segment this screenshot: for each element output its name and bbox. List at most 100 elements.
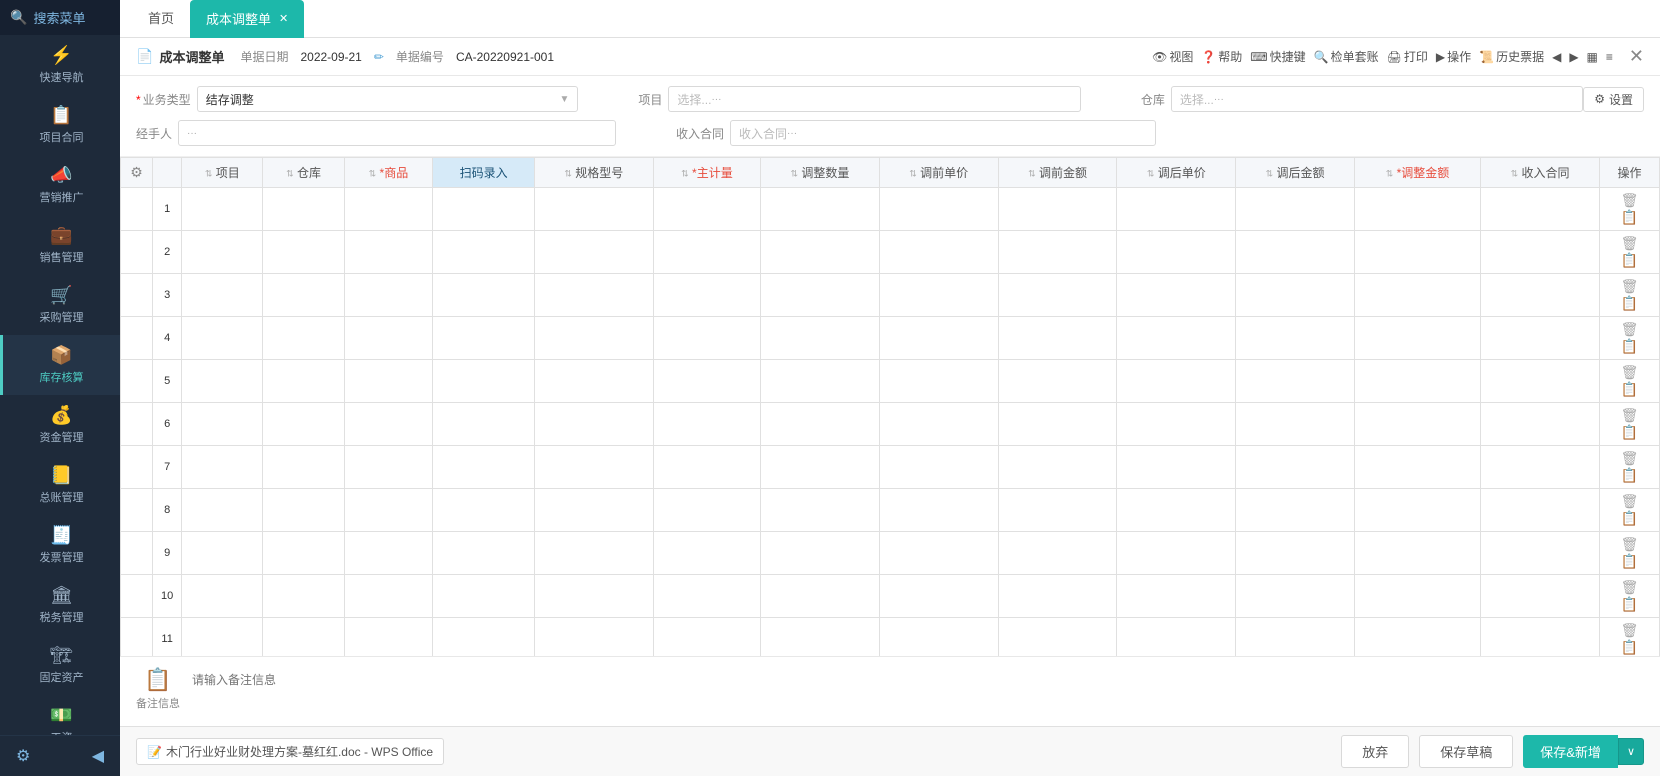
table-cell[interactable] xyxy=(433,188,535,231)
sidebar-item-ledger-mgmt[interactable]: 📒 总账管理 xyxy=(0,455,120,515)
table-cell[interactable] xyxy=(998,188,1117,231)
table-cell[interactable] xyxy=(998,274,1117,317)
table-cell[interactable] xyxy=(1354,489,1480,532)
table-cell[interactable] xyxy=(534,360,653,403)
col-scan-input[interactable]: 扫码录入 xyxy=(433,158,535,188)
table-cell[interactable] xyxy=(1236,575,1355,618)
settings-button[interactable]: ⚙ 设置 xyxy=(1583,87,1644,112)
table-cell[interactable] xyxy=(653,532,760,575)
table-cell[interactable] xyxy=(653,274,760,317)
table-cell[interactable] xyxy=(534,231,653,274)
table-cell[interactable] xyxy=(879,360,998,403)
table-cell[interactable] xyxy=(344,231,433,274)
abandon-button[interactable]: 放弃 xyxy=(1341,735,1409,768)
table-cell[interactable] xyxy=(879,317,998,360)
table-cell[interactable] xyxy=(998,532,1117,575)
table-cell[interactable] xyxy=(263,274,344,317)
table-cell[interactable] xyxy=(653,317,760,360)
table-cell[interactable] xyxy=(761,575,880,618)
form-close-button[interactable]: ✕ xyxy=(1629,46,1644,67)
table-cell[interactable] xyxy=(1236,188,1355,231)
table-cell[interactable] xyxy=(1481,403,1600,446)
nav-prev-icon[interactable]: ◀ xyxy=(1552,50,1561,64)
table-cell[interactable] xyxy=(879,618,998,657)
delete-row-button[interactable]: 🗑 xyxy=(1621,536,1639,552)
table-cell[interactable] xyxy=(433,532,535,575)
print-action[interactable]: 🖨 打印 xyxy=(1387,48,1428,65)
table-cell[interactable] xyxy=(998,360,1117,403)
delete-row-button[interactable]: 🗑 xyxy=(1621,278,1639,294)
table-cell[interactable] xyxy=(1481,446,1600,489)
table-cell[interactable] xyxy=(433,403,535,446)
table-cell[interactable] xyxy=(653,403,760,446)
table-cell[interactable] xyxy=(1354,446,1480,489)
project-dots[interactable]: ··· xyxy=(711,94,721,105)
handler-dots[interactable]: ··· xyxy=(187,128,197,139)
save-draft-button[interactable]: 保存草稿 xyxy=(1419,735,1513,768)
table-cell[interactable] xyxy=(1354,317,1480,360)
table-cell[interactable] xyxy=(761,618,880,657)
table-cell[interactable] xyxy=(182,403,263,446)
save-new-main[interactable]: 保存&新增 xyxy=(1523,735,1618,768)
table-cell[interactable] xyxy=(1481,360,1600,403)
sidebar-item-payroll[interactable]: 💵 工资 xyxy=(0,695,120,735)
copy-row-button[interactable]: 📋 xyxy=(1621,252,1638,268)
table-cell[interactable] xyxy=(761,403,880,446)
table-cell[interactable] xyxy=(998,618,1117,657)
table-cell[interactable] xyxy=(534,188,653,231)
copy-row-button[interactable]: 📋 xyxy=(1621,639,1638,655)
table-cell[interactable] xyxy=(1117,231,1236,274)
copy-row-button[interactable]: 📋 xyxy=(1621,381,1638,397)
table-cell[interactable] xyxy=(1117,274,1236,317)
delete-row-button[interactable]: 🗑 xyxy=(1621,407,1639,423)
table-cell[interactable] xyxy=(1117,489,1236,532)
table-cell[interactable] xyxy=(344,489,433,532)
table-cell[interactable] xyxy=(1481,317,1600,360)
table-cell[interactable] xyxy=(1354,274,1480,317)
copy-row-button[interactable]: 📋 xyxy=(1621,338,1638,354)
table-cell[interactable] xyxy=(1117,403,1236,446)
table-cell[interactable] xyxy=(653,446,760,489)
table-cell[interactable] xyxy=(1481,274,1600,317)
table-cell[interactable] xyxy=(1117,575,1236,618)
copy-row-button[interactable]: 📋 xyxy=(1621,553,1638,569)
copy-row-button[interactable]: 📋 xyxy=(1621,424,1638,440)
table-cell[interactable] xyxy=(1236,274,1355,317)
shortcuts-action[interactable]: ⌨ 快捷键 xyxy=(1250,48,1305,65)
table-cell[interactable] xyxy=(879,231,998,274)
table-cell[interactable] xyxy=(344,446,433,489)
table-cell[interactable] xyxy=(263,188,344,231)
edit-date-icon[interactable]: ✏ xyxy=(374,50,384,64)
copy-row-button[interactable]: 📋 xyxy=(1621,295,1638,311)
table-cell[interactable] xyxy=(879,532,998,575)
sidebar-item-inventory-calc[interactable]: 📦 库存核算 xyxy=(0,335,120,395)
table-cell[interactable] xyxy=(761,317,880,360)
table-cell[interactable] xyxy=(998,446,1117,489)
table-cell[interactable] xyxy=(263,532,344,575)
sidebar-item-quick-nav[interactable]: ⚡ 快速导航 xyxy=(0,35,120,95)
table-cell[interactable] xyxy=(1481,231,1600,274)
table-cell[interactable] xyxy=(344,403,433,446)
biz-type-input[interactable]: 结存调整 ▼ xyxy=(197,86,579,112)
table-cell[interactable] xyxy=(534,446,653,489)
warehouse-dots[interactable]: ··· xyxy=(1214,94,1224,105)
table-cell[interactable] xyxy=(433,274,535,317)
table-cell[interactable] xyxy=(1117,360,1236,403)
table-cell[interactable] xyxy=(534,403,653,446)
table-cell[interactable] xyxy=(344,532,433,575)
table-cell[interactable] xyxy=(1117,188,1236,231)
delete-row-button[interactable]: 🗑 xyxy=(1621,192,1639,208)
table-cell[interactable] xyxy=(1236,403,1355,446)
table-cell[interactable] xyxy=(433,618,535,657)
table-cell[interactable] xyxy=(534,489,653,532)
table-cell[interactable] xyxy=(263,231,344,274)
income-contract-dots[interactable]: ··· xyxy=(787,128,797,139)
grid-view-icon[interactable]: ▦ xyxy=(1587,50,1598,64)
sidebar-item-invoice-mgmt[interactable]: 🧾 发票管理 xyxy=(0,515,120,575)
table-cell[interactable] xyxy=(1354,360,1480,403)
handler-input[interactable]: ··· xyxy=(178,120,616,146)
table-cell[interactable] xyxy=(344,188,433,231)
copy-row-button[interactable]: 📋 xyxy=(1621,467,1638,483)
table-cell[interactable] xyxy=(433,489,535,532)
table-cell[interactable] xyxy=(653,618,760,657)
